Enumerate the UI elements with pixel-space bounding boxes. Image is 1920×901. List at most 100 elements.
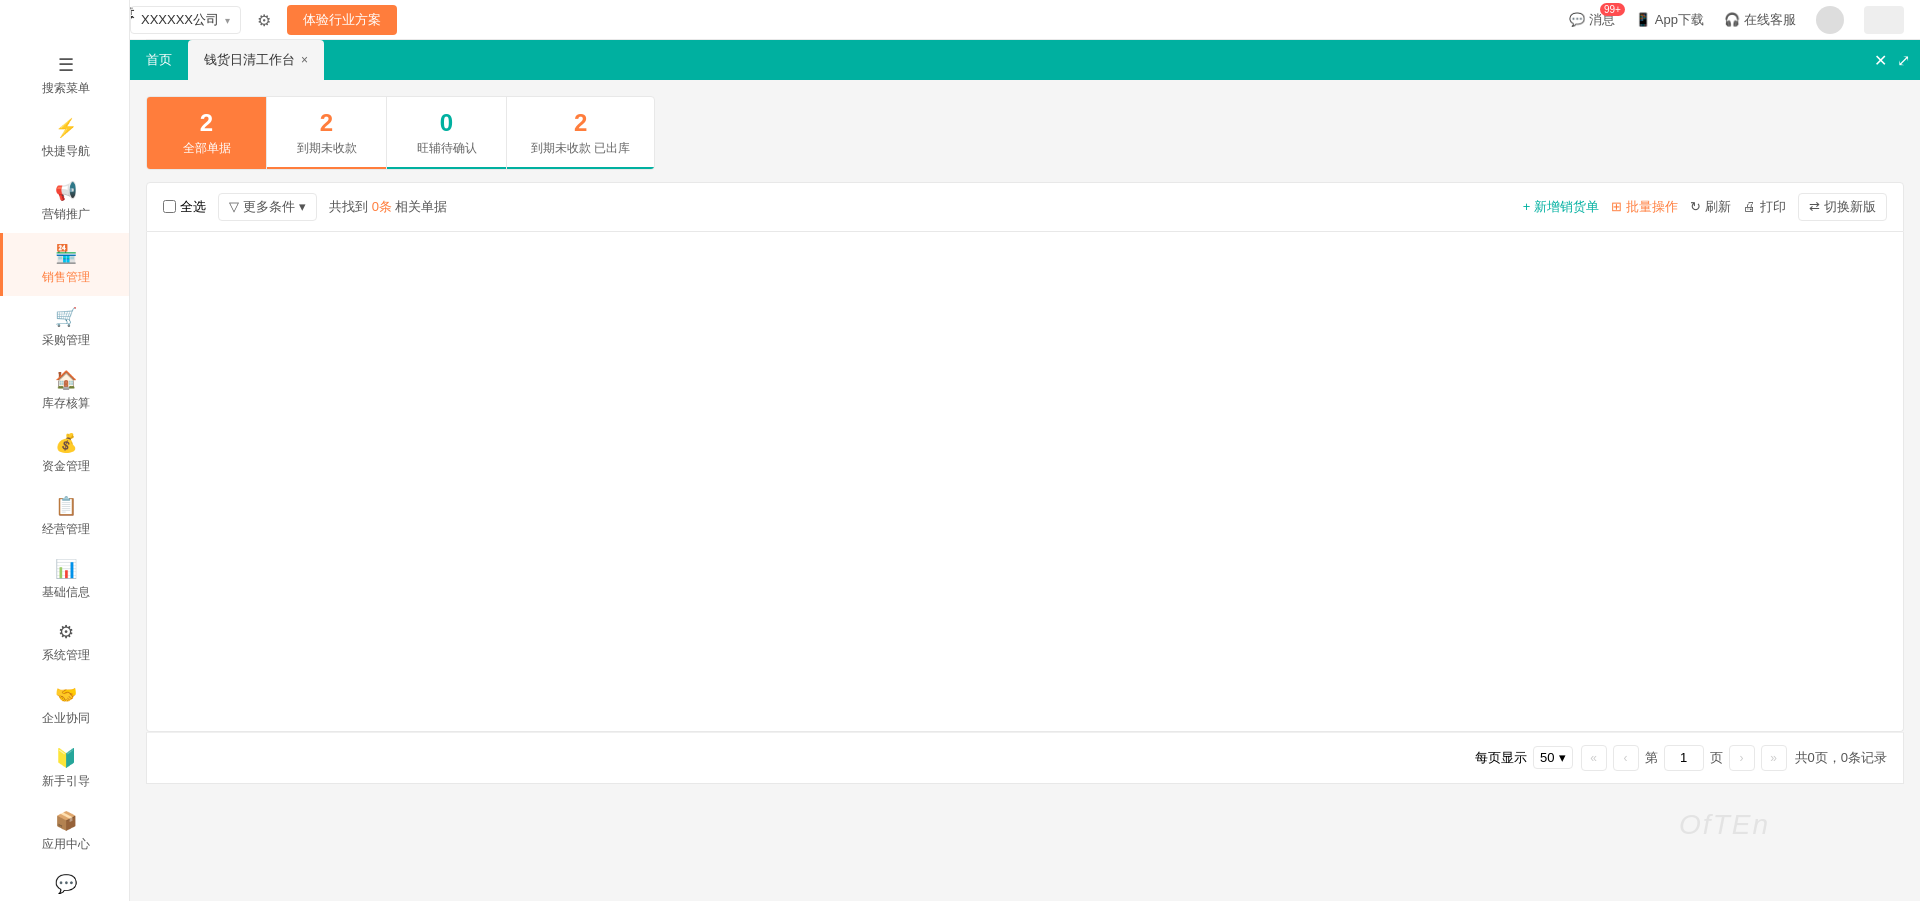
sidebar-item-system[interactable]: ⚙系统管理: [0, 611, 129, 674]
page-size-area: 每页显示 50 ▾: [1475, 746, 1572, 769]
page-number-input[interactable]: [1664, 745, 1704, 771]
message-icon: 💬: [1569, 12, 1585, 27]
first-page-button[interactable]: «: [1581, 745, 1607, 771]
sidebar: ☰搜索菜单 ⚡ 快捷导航 📢 营销推广 🏪 销售管理 🛒采购管理🏠库存核算💰资金管理📋经营管理…: [0, 0, 130, 901]
batch-icon: ⊞: [1611, 199, 1622, 214]
tab-close-icon[interactable]: ×: [301, 53, 308, 67]
company-name: XXXXXX公司: [141, 11, 219, 29]
sidebar-item-search[interactable]: ☰搜索菜单: [0, 44, 129, 107]
company-selector[interactable]: XXXXXX公司 ▾: [130, 6, 241, 34]
avatar[interactable]: [1816, 6, 1844, 34]
stat-label: 全部单据: [171, 140, 242, 157]
prev-page-button[interactable]: ‹: [1613, 745, 1639, 771]
tab-close-all-icon[interactable]: ✕: [1874, 51, 1887, 70]
sidebar-item-operation[interactable]: 📋经营管理: [0, 485, 129, 548]
stat-bottom-line: [267, 167, 386, 169]
pagination: 每页显示 50 ▾ « ‹ 第 页 › » 共0页，0条记录: [146, 732, 1904, 784]
sidebar-item-finance[interactable]: 💰资金管理: [0, 422, 129, 485]
service-icon: 🎧: [1724, 12, 1740, 27]
sidebar-item-wechat[interactable]: 💬企业微信: [0, 863, 129, 901]
sidebar-item-sales[interactable]: 🏪 销售管理: [0, 233, 129, 296]
page-size-label: 每页显示: [1475, 749, 1527, 767]
app-download-item[interactable]: 📱 App下载: [1635, 11, 1704, 29]
stat-tab-outstock[interactable]: 2 到期未收款 已出库: [507, 97, 654, 169]
enterprise-icon: 🤝: [55, 684, 77, 706]
sidebar-item-label: 经营管理: [42, 521, 90, 538]
table-container: [146, 232, 1904, 732]
filter-button[interactable]: ▽ 更多条件 ▾: [218, 193, 317, 221]
search-icon: ☰: [58, 54, 74, 76]
stat-label: 旺辅待确认: [411, 140, 482, 157]
sales-icon: 🏪: [55, 243, 77, 265]
page-nav: « ‹ 第 页 › »: [1581, 745, 1787, 771]
tab-work[interactable]: 钱货日清工作台 ×: [188, 40, 324, 80]
page-prefix: 第: [1645, 749, 1658, 767]
stat-number: 0: [411, 109, 482, 138]
switch-icon: ⇄: [1809, 199, 1820, 214]
basic-icon: 📊: [55, 558, 77, 580]
stat-bottom-line: [387, 167, 506, 169]
messages-item[interactable]: 💬 消息 99+: [1569, 11, 1615, 29]
add-sales-button[interactable]: + 新增销货单: [1523, 198, 1599, 216]
stat-tab-overdue[interactable]: 2 到期未收款: [267, 97, 387, 169]
sidebar-item-marketing[interactable]: 📢 营销推广: [0, 170, 129, 233]
user-menu[interactable]: [1864, 6, 1904, 34]
page-suffix: 页: [1710, 749, 1723, 767]
sidebar-item-enterprise[interactable]: 🤝企业协同: [0, 674, 129, 737]
chevron-down-icon: ▾: [225, 15, 230, 26]
main-content: 2 全部单据 2 到期未收款 0 旺辅待确认 2 到期未收款 已出库 全选 ▽ …: [130, 80, 1920, 901]
sidebar-item-label: 销售管理: [42, 269, 90, 286]
tab-expand-icon[interactable]: ⤢: [1897, 51, 1910, 70]
sidebar-item-label: 快捷导航: [42, 143, 90, 160]
checkbox-input[interactable]: [163, 200, 176, 213]
toolbar: 全选 ▽ 更多条件 ▾ 共找到 0条 相关单据 + 新增销货单 ⊞ 批量操作 ↻…: [146, 182, 1904, 232]
first-page-icon: «: [1590, 751, 1597, 765]
company-area: XXXXXX公司 ▾ ⚙ 体验行业方案: [130, 0, 397, 40]
online-service-item[interactable]: 🎧 在线客服: [1724, 11, 1796, 29]
topbar-right: 💬 消息 99+ 📱 App下载 🎧 在线客服: [1569, 6, 1904, 34]
message-badge: 99+: [1600, 3, 1625, 16]
toolbar-right: + 新增销货单 ⊞ 批量操作 ↻ 刷新 🖨 打印 ⇄ 切换新版: [1523, 193, 1887, 221]
sidebar-item-inventory[interactable]: 🏠库存核算: [0, 359, 129, 422]
batch-operation-button[interactable]: ⊞ 批量操作: [1611, 198, 1678, 216]
sidebar-item-basic[interactable]: 📊 基础信息: [0, 548, 129, 611]
stat-tab-pending[interactable]: 0 旺辅待确认: [387, 97, 507, 169]
chevron-down-icon: ▾: [299, 199, 306, 214]
stat-tab-all[interactable]: 2 全部单据: [147, 97, 267, 169]
finance-icon: 💰: [55, 432, 77, 454]
last-page-button[interactable]: »: [1761, 745, 1787, 771]
select-all-checkbox[interactable]: 全选: [163, 198, 206, 216]
sidebar-item-label: 营销推广: [42, 206, 90, 223]
quick-icon: ⚡: [55, 117, 77, 139]
refresh-button[interactable]: ↻ 刷新: [1690, 198, 1731, 216]
switch-version-button[interactable]: ⇄ 切换新版: [1798, 193, 1887, 221]
marketing-icon: 📢: [55, 180, 77, 202]
toolbar-left: 全选 ▽ 更多条件 ▾ 共找到 0条 相关单据: [163, 193, 447, 221]
sidebar-item-purchase[interactable]: 🛒采购管理: [0, 296, 129, 359]
tabbar: 首页 钱货日清工作台 × ✕ ⤢: [130, 40, 1920, 80]
stat-label: 到期未收款: [291, 140, 362, 157]
sidebar-item-label: 基础信息: [42, 584, 90, 601]
prev-page-icon: ‹: [1624, 751, 1628, 765]
page-size-select[interactable]: 50 ▾: [1533, 746, 1572, 769]
stat-label: 到期未收款 已出库: [531, 140, 630, 157]
sidebar-item-label: 库存核算: [42, 395, 90, 412]
stat-bottom-line: [147, 167, 266, 169]
refresh-icon: ↻: [1690, 199, 1701, 214]
tab-home[interactable]: 首页: [130, 40, 188, 80]
stat-number: 2: [531, 109, 630, 138]
sidebar-item-quick[interactable]: ⚡ 快捷导航: [0, 107, 129, 170]
print-icon: 🖨: [1743, 199, 1756, 214]
experience-button[interactable]: 体验行业方案: [287, 5, 397, 35]
sidebar-item-guide[interactable]: 🔰新手引导: [0, 737, 129, 800]
print-button[interactable]: 🖨 打印: [1743, 198, 1786, 216]
appstore-icon: 📦: [55, 810, 77, 832]
settings-button[interactable]: ⚙: [249, 5, 279, 35]
sidebar-item-appstore[interactable]: 📦应用中心: [0, 800, 129, 863]
stat-number: 2: [291, 109, 362, 138]
found-count: 0条: [372, 199, 392, 214]
next-page-button[interactable]: ›: [1729, 745, 1755, 771]
download-icon: 📱: [1635, 12, 1651, 27]
total-info: 共0页，0条记录: [1795, 749, 1887, 767]
sidebar-menu: ☰搜索菜单 ⚡ 快捷导航 📢 营销推广 🏪 销售管理 🛒采购管理🏠库存核算💰资金管理📋经营管理…: [0, 40, 129, 901]
